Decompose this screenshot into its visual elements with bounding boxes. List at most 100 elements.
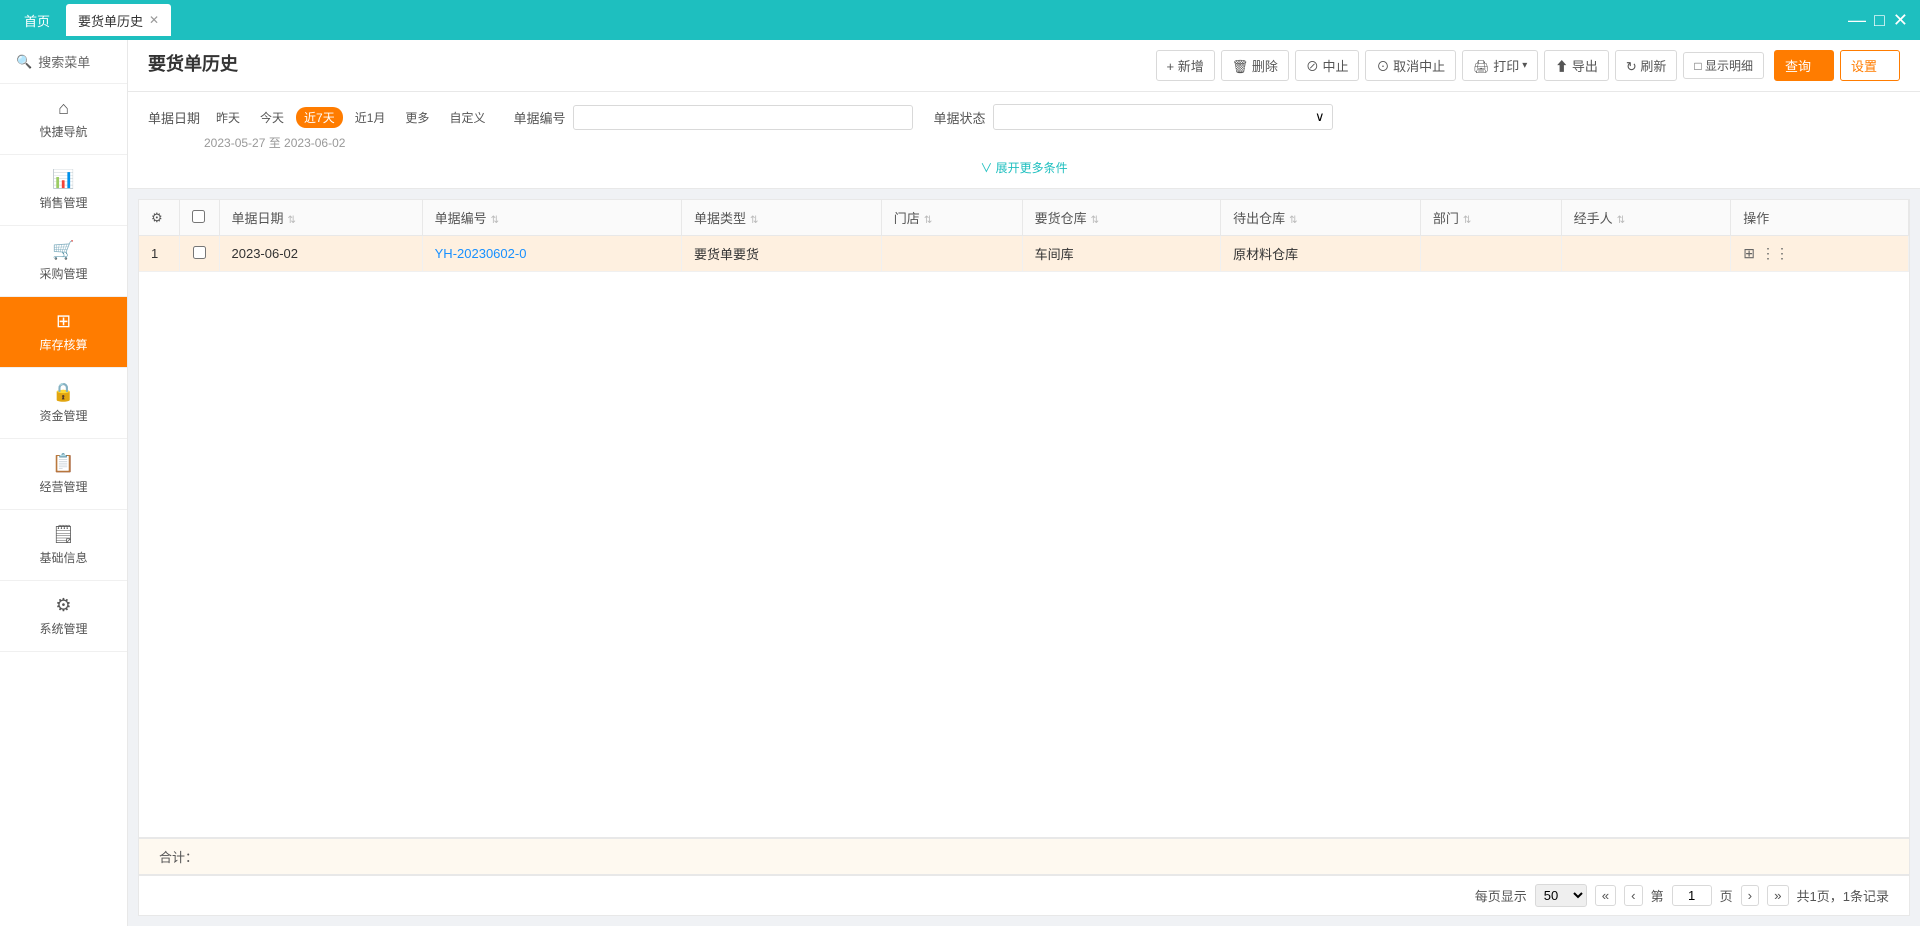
date-filter-label: 单据日期 (148, 108, 200, 127)
row-actions: ⊞ ⋮⋮ (1731, 236, 1909, 272)
prev-page-btn[interactable]: ‹ (1624, 885, 1642, 906)
sidebar-item-basic-info-label: 基础信息 (39, 549, 87, 566)
settings-btn[interactable]: 设置 (1840, 50, 1900, 81)
row-pending-warehouse: 原材料仓库 (1221, 236, 1421, 272)
print-btn[interactable]: 🖨 打印 ▾ (1462, 50, 1538, 81)
th-settings[interactable]: ⚙ (139, 200, 179, 236)
sidebar-item-purchase-label: 采购管理 (39, 265, 87, 282)
th-number[interactable]: 单据编号⇅ (422, 200, 681, 236)
th-checkbox[interactable] (179, 200, 219, 236)
finance-icon: 🔒 (52, 382, 74, 403)
sidebar-item-sales[interactable]: 📊 销售管理 (0, 155, 127, 226)
inventory-icon: ⊞ (56, 311, 71, 332)
doc-number-input[interactable] (573, 105, 913, 130)
row-req-warehouse: 车间库 (1022, 236, 1221, 272)
export-btn[interactable]: ⬆ 导出 (1544, 50, 1609, 81)
status-label: 单据状态 (933, 108, 985, 127)
doc-number-label: 单据编号 (513, 108, 565, 127)
tab-order-history[interactable]: 要货单历史 ✕ (66, 4, 171, 36)
search-btn[interactable]: 查询 (1774, 50, 1834, 81)
expand-more-btn[interactable]: ∨ 展开更多条件 (148, 159, 1900, 176)
date-btn-custom[interactable]: 自定义 (441, 107, 493, 128)
window-close-btn[interactable]: ✕ (1893, 11, 1908, 29)
select-all-checkbox[interactable] (192, 210, 205, 223)
last-page-btn[interactable]: » (1767, 885, 1788, 906)
filter-area: 单据日期 昨天 今天 近7天 近1月 更多 自定义 单据编号 (128, 92, 1920, 189)
th-handler[interactable]: 经手人⇅ (1561, 200, 1731, 236)
row-checkbox[interactable] (193, 246, 206, 259)
delete-btn-label: 🗑 删除 (1232, 56, 1278, 75)
th-pending-warehouse[interactable]: 待出仓库⇅ (1221, 200, 1421, 236)
print-dropdown-icon: ▾ (1522, 60, 1527, 71)
th-type[interactable]: 单据类型⇅ (681, 200, 881, 236)
per-page-select[interactable]: 50 100 200 (1535, 884, 1587, 907)
cancel-stop-btn[interactable]: ⊙ 取消中止 (1365, 50, 1456, 81)
row-num: 1 (139, 236, 179, 272)
tab-home[interactable]: 首页 (12, 4, 62, 36)
row-checkbox-cell[interactable] (179, 236, 219, 272)
row-number: YH-20230602-0 (422, 236, 681, 272)
sales-icon: 📊 (52, 169, 74, 190)
new-btn-label: + 新增 (1167, 56, 1204, 75)
sidebar-item-operations-label: 经营管理 (39, 478, 87, 495)
display-detail-label: □ 显示明细 (1694, 57, 1753, 74)
window-maximize-btn[interactable]: □ (1874, 11, 1885, 29)
refresh-btn-label: ↻ 刷新 (1626, 56, 1667, 75)
sidebar-item-system-label: 系统管理 (39, 620, 87, 637)
row-date: 2023-06-02 (219, 236, 422, 272)
sidebar-item-purchase[interactable]: 🛒 采购管理 (0, 226, 127, 297)
sidebar-item-shortcut-label: 快捷导航 (39, 123, 87, 140)
page-prefix-label: 第 (1651, 886, 1664, 905)
row-type: 要货单要货 (681, 236, 881, 272)
status-select[interactable]: ∨ (993, 104, 1333, 130)
sidebar-item-operations[interactable]: 📋 经营管理 (0, 439, 127, 510)
status-select-arrow: ∨ (1315, 109, 1325, 125)
th-date[interactable]: 单据日期⇅ (219, 200, 422, 236)
expand-more-label: ∨ 展开更多条件 (980, 159, 1067, 176)
th-store[interactable]: 门店⇅ (881, 200, 1022, 236)
operations-icon: 📋 (52, 453, 74, 474)
new-btn[interactable]: + 新增 (1156, 50, 1215, 81)
table-footer: 合计： (138, 838, 1910, 875)
stop-btn-label: ⊘ 中止 (1306, 56, 1349, 75)
row-store (881, 236, 1022, 272)
date-range-display: 2023-05-27 至 2023-06-02 (204, 136, 345, 150)
stop-btn[interactable]: ⊘ 中止 (1295, 50, 1360, 81)
data-table: ⚙ 单据日期⇅ 单据编号⇅ 单据类型⇅ 门店⇅ 要货仓库⇅ 待出仓库⇅ 部门⇅ … (139, 200, 1909, 272)
th-req-warehouse[interactable]: 要货仓库⇅ (1022, 200, 1221, 236)
search-icon: 🔍 (16, 54, 32, 70)
date-btn-yesterday[interactable]: 昨天 (208, 107, 248, 128)
sidebar-item-finance[interactable]: 🔒 资金管理 (0, 368, 127, 439)
tab-close-icon[interactable]: ✕ (149, 13, 159, 27)
sidebar-item-inventory[interactable]: ⊞ 库存核算 (0, 297, 127, 368)
row-department (1420, 236, 1561, 272)
next-page-btn[interactable]: › (1741, 885, 1759, 906)
display-detail-btn[interactable]: □ 显示明细 (1683, 52, 1764, 79)
window-minimize-btn[interactable]: — (1848, 11, 1866, 29)
page-number-input[interactable] (1672, 885, 1712, 906)
sidebar-item-shortcut[interactable]: ⌂ 快捷导航 (0, 84, 127, 155)
th-department[interactable]: 部门⇅ (1420, 200, 1561, 236)
data-table-container: ⚙ 单据日期⇅ 单据编号⇅ 单据类型⇅ 门店⇅ 要货仓库⇅ 待出仓库⇅ 部门⇅ … (138, 199, 1910, 838)
date-filter-item: 单据日期 昨天 今天 近7天 近1月 更多 自定义 (148, 107, 493, 128)
pagination-bar: 每页显示 50 100 200 « ‹ 第 页 › » 共1页，1条记录 (138, 875, 1910, 916)
basic-info-icon: 🗒 (52, 524, 75, 545)
date-btn-7days[interactable]: 近7天 (296, 107, 343, 128)
row-number-link[interactable]: YH-20230602-0 (435, 246, 527, 261)
refresh-btn[interactable]: ↻ 刷新 (1615, 50, 1678, 81)
date-btn-today[interactable]: 今天 (252, 107, 292, 128)
page-title: 要货单历史 (148, 50, 238, 86)
page-suffix-label: 页 (1720, 886, 1733, 905)
row-edit-icon[interactable]: ⊞ (1743, 245, 1755, 262)
sidebar-item-basic-info[interactable]: 🗒 基础信息 (0, 510, 127, 581)
sidebar-item-system[interactable]: ⚙ 系统管理 (0, 581, 127, 652)
search-menu-item[interactable]: 🔍 搜索菜单 (0, 40, 127, 84)
row-more-icon[interactable]: ⋮⋮ (1761, 245, 1789, 262)
summary-label: 合计： (159, 850, 198, 865)
date-btn-more[interactable]: 更多 (397, 107, 437, 128)
delete-btn[interactable]: 🗑 删除 (1221, 50, 1289, 81)
date-btn-1month[interactable]: 近1月 (347, 107, 394, 128)
first-page-btn[interactable]: « (1595, 885, 1616, 906)
shortcut-icon: ⌂ (58, 98, 69, 119)
total-label: 共1页，1条记录 (1797, 886, 1889, 905)
